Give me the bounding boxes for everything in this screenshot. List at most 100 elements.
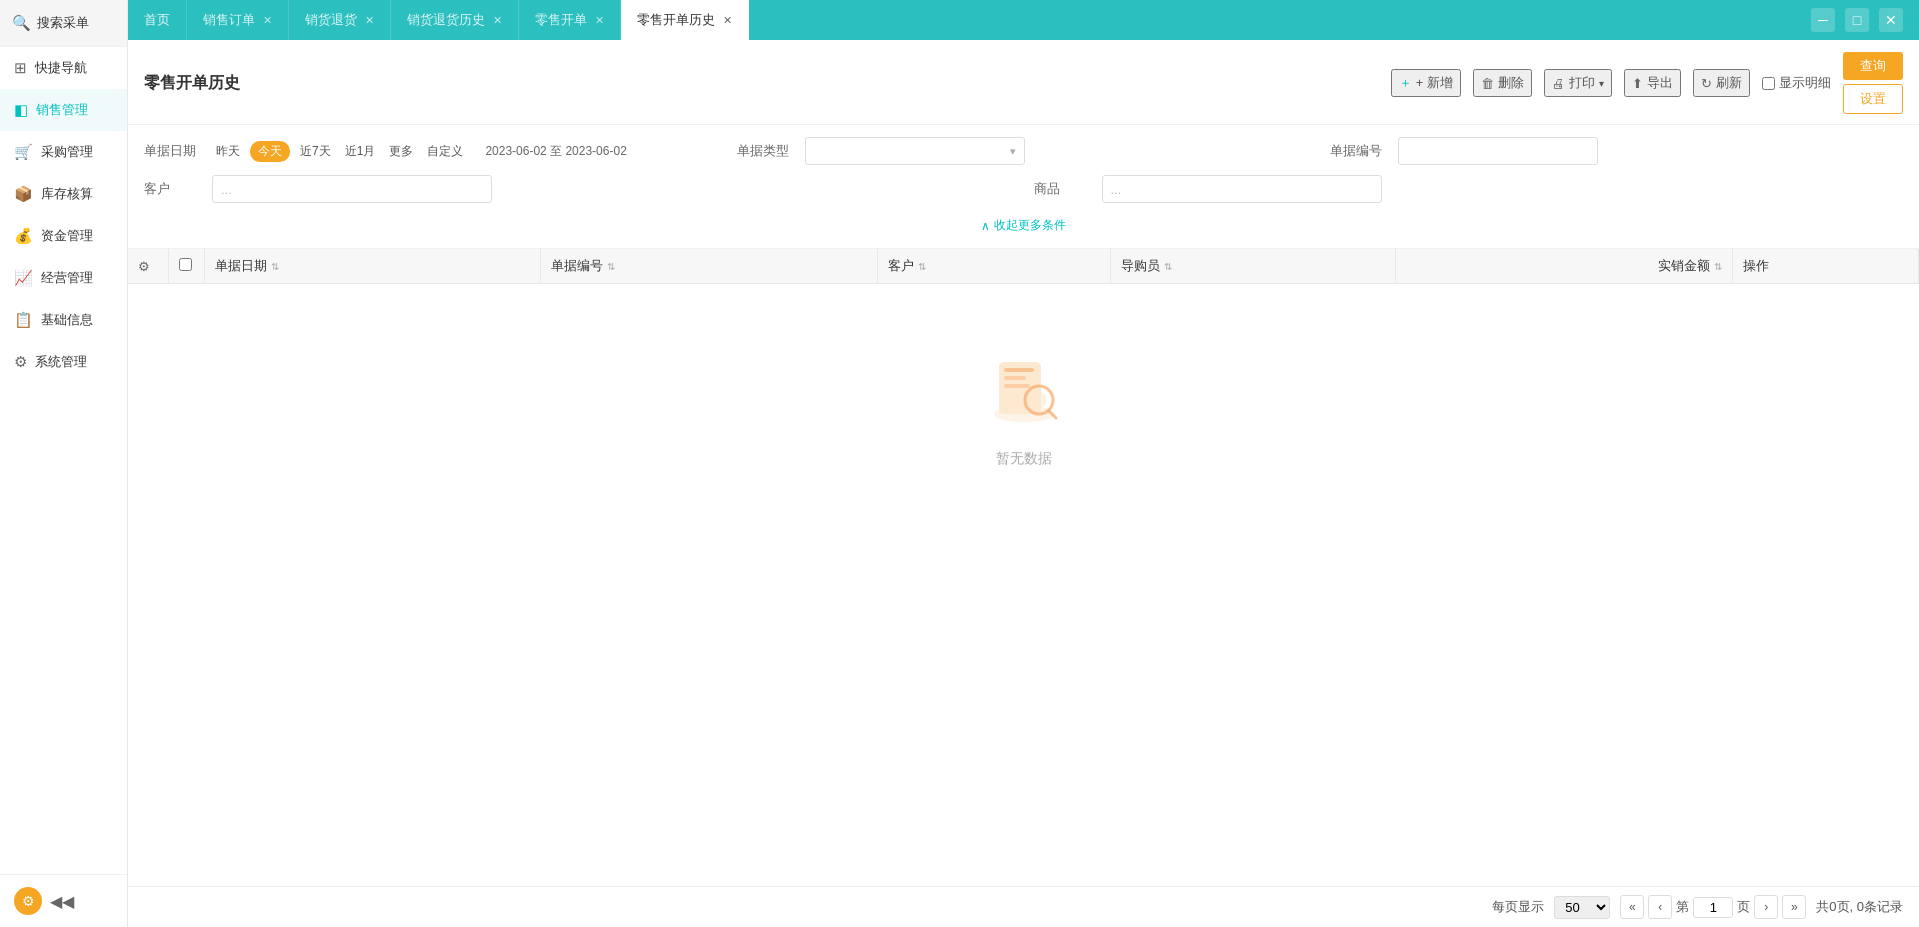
sidebar-item-operations[interactable]: 📈 经营管理 xyxy=(0,257,127,299)
inventory-icon: 📦 xyxy=(14,185,33,203)
column-settings-icon[interactable]: ⚙ xyxy=(138,259,150,274)
display-columns-toggle[interactable]: 显示明细 xyxy=(1762,74,1831,92)
close-icon: ✕ xyxy=(1885,12,1897,28)
tab-retail-open-history-close[interactable]: ✕ xyxy=(723,15,732,26)
sidebar-item-label: 经营管理 xyxy=(41,269,93,287)
tab-sales-return-history[interactable]: 销货退货历史 ✕ xyxy=(391,0,519,40)
empty-state: 暂无数据 xyxy=(128,284,1919,528)
collapse-up-icon: ∧ xyxy=(981,219,990,233)
per-page-select[interactable]: 50 100 xyxy=(1554,896,1610,919)
date-btn-last-month[interactable]: 近1月 xyxy=(341,141,380,162)
date-btn-yesterday[interactable]: 昨天 xyxy=(212,141,244,162)
doc-no-input[interactable] xyxy=(1398,137,1598,165)
sidebar-footer: ⚙ ◀◀ xyxy=(0,874,127,927)
select-all-checkbox[interactable] xyxy=(179,258,192,271)
tab-sales-order-label: 销售订单 xyxy=(203,11,255,29)
date-btn-today[interactable]: 今天 xyxy=(250,141,290,162)
refresh-button[interactable]: ↻ 刷新 xyxy=(1693,69,1750,97)
display-columns-checkbox[interactable] xyxy=(1762,77,1775,90)
doc-type-dropdown-icon: ▾ xyxy=(1010,145,1016,158)
minimize-icon: ─ xyxy=(1818,12,1828,28)
export-label: 导出 xyxy=(1647,74,1673,92)
minimize-button[interactable]: ─ xyxy=(1811,8,1835,32)
date-filter-label: 单据日期 xyxy=(144,142,200,160)
date-btn-more[interactable]: 更多 xyxy=(385,141,417,162)
customer-input[interactable]: ... xyxy=(212,175,492,203)
doc-type-select[interactable]: ▾ xyxy=(805,137,1025,165)
th-doc-no-label: 单据编号 xyxy=(551,257,603,275)
last-page-button[interactable]: » xyxy=(1782,895,1806,919)
page-suffix: 页 xyxy=(1737,898,1750,916)
print-dropdown-icon: ▾ xyxy=(1599,78,1604,89)
per-page-label: 每页显示 xyxy=(1492,898,1544,916)
th-customer-sort[interactable]: ⇅ xyxy=(918,261,926,272)
add-label: + 新增 xyxy=(1416,74,1453,92)
th-doc-no-sort[interactable]: ⇅ xyxy=(607,261,615,272)
data-table: ⚙ 单据日期 ⇅ 单据编号 xyxy=(128,249,1919,284)
th-settings: ⚙ xyxy=(128,249,168,284)
next-page-button[interactable]: › xyxy=(1754,895,1778,919)
sidebar-search-label: 搜索采单 xyxy=(37,14,89,32)
sidebar-item-finance[interactable]: 💰 资金管理 xyxy=(0,215,127,257)
tab-retail-open-history[interactable]: 零售开单历史 ✕ xyxy=(621,0,749,40)
print-icon: 🖨 xyxy=(1552,76,1565,91)
collapse-filter-button[interactable]: ∧ 收起更多条件 xyxy=(144,213,1903,236)
th-customer: 客户 ⇅ xyxy=(877,249,1111,284)
product-input[interactable]: ... xyxy=(1102,175,1382,203)
maximize-icon: □ xyxy=(1853,12,1861,28)
settings-footer-button[interactable]: ⚙ xyxy=(14,887,42,915)
sidebar-item-basic[interactable]: 📋 基础信息 xyxy=(0,299,127,341)
sidebar-collapse-button[interactable]: ◀◀ xyxy=(50,892,74,911)
close-button[interactable]: ✕ xyxy=(1879,8,1903,32)
tab-sales-order-close[interactable]: ✕ xyxy=(263,15,272,26)
content-area: 零售开单历史 ＋ + 新增 🗑 删除 🖨 打印 ▾ ⬆ 导出 xyxy=(128,40,1919,927)
product-placeholder: ... xyxy=(1111,182,1122,197)
th-date-sort[interactable]: ⇅ xyxy=(271,261,279,272)
export-button[interactable]: ⬆ 导出 xyxy=(1624,69,1681,97)
tab-retail-open-history-label: 零售开单历史 xyxy=(637,11,715,29)
table-header: ⚙ 单据日期 ⇅ 单据编号 xyxy=(128,249,1919,284)
tab-sales-return-close[interactable]: ✕ xyxy=(365,15,374,26)
prev-page-button[interactable]: ‹ xyxy=(1648,895,1672,919)
tab-sales-return[interactable]: 销货退货 ✕ xyxy=(289,0,391,40)
query-button[interactable]: 查询 xyxy=(1843,52,1903,80)
sidebar-item-purchase[interactable]: 🛒 采购管理 xyxy=(0,131,127,173)
sidebar-item-sales[interactable]: ◧ 销售管理 xyxy=(0,89,127,131)
tab-sales-return-history-close[interactable]: ✕ xyxy=(493,15,502,26)
tab-retail-open-close[interactable]: ✕ xyxy=(595,15,604,26)
date-btn-custom[interactable]: 自定义 xyxy=(423,141,467,162)
top-nav: 首页 销售订单 ✕ 销货退货 ✕ 销货退货历史 ✕ 零售开单 ✕ 零售开单历史 … xyxy=(128,0,1919,40)
th-guide-sort[interactable]: ⇅ xyxy=(1164,261,1172,272)
product-label: 商品 xyxy=(1034,180,1090,198)
maximize-button[interactable]: □ xyxy=(1845,8,1869,32)
filter-row-1: 单据日期 昨天 今天 近7天 近1月 更多 自定义 2023-06-02 至 2… xyxy=(144,137,1903,165)
system-icon: ⚙ xyxy=(14,353,27,371)
sidebar-item-label: 快捷导航 xyxy=(35,59,87,77)
delete-button[interactable]: 🗑 删除 xyxy=(1473,69,1532,97)
first-page-button[interactable]: « xyxy=(1620,895,1644,919)
print-button[interactable]: 🖨 打印 ▾ xyxy=(1544,69,1612,97)
tab-sales-return-label: 销货退货 xyxy=(305,11,357,29)
search-icon: 🔍 xyxy=(12,14,31,32)
window-controls: ─ □ ✕ xyxy=(1811,8,1919,32)
page-number-input[interactable] xyxy=(1693,897,1733,918)
tab-sales-order[interactable]: 销售订单 ✕ xyxy=(187,0,289,40)
th-amount: 实销金额 ⇅ xyxy=(1396,249,1733,284)
svg-rect-3 xyxy=(1004,376,1026,380)
add-button[interactable]: ＋ + 新增 xyxy=(1391,69,1461,97)
th-guide-label: 导购员 xyxy=(1121,257,1160,275)
filter-settings-button[interactable]: 设置 xyxy=(1843,84,1903,114)
sidebar-item-quick-nav[interactable]: ⊞ 快捷导航 xyxy=(0,47,127,89)
tab-retail-open[interactable]: 零售开单 ✕ xyxy=(519,0,621,40)
basic-icon: 📋 xyxy=(14,311,33,329)
th-amount-sort[interactable]: ⇅ xyxy=(1714,261,1722,272)
sidebar-item-label: 销售管理 xyxy=(36,101,88,119)
date-btn-last7[interactable]: 近7天 xyxy=(296,141,335,162)
sidebar-item-system[interactable]: ⚙ 系统管理 xyxy=(0,341,127,383)
sidebar-search[interactable]: 🔍 搜索采单 xyxy=(0,0,127,47)
customer-label: 客户 xyxy=(144,180,200,198)
tab-home[interactable]: 首页 xyxy=(128,0,187,40)
toolbar: ＋ + 新增 🗑 删除 🖨 打印 ▾ ⬆ 导出 ↻ xyxy=(1391,52,1903,114)
sidebar-item-inventory[interactable]: 📦 库存核算 xyxy=(0,173,127,215)
finance-icon: 💰 xyxy=(14,227,33,245)
